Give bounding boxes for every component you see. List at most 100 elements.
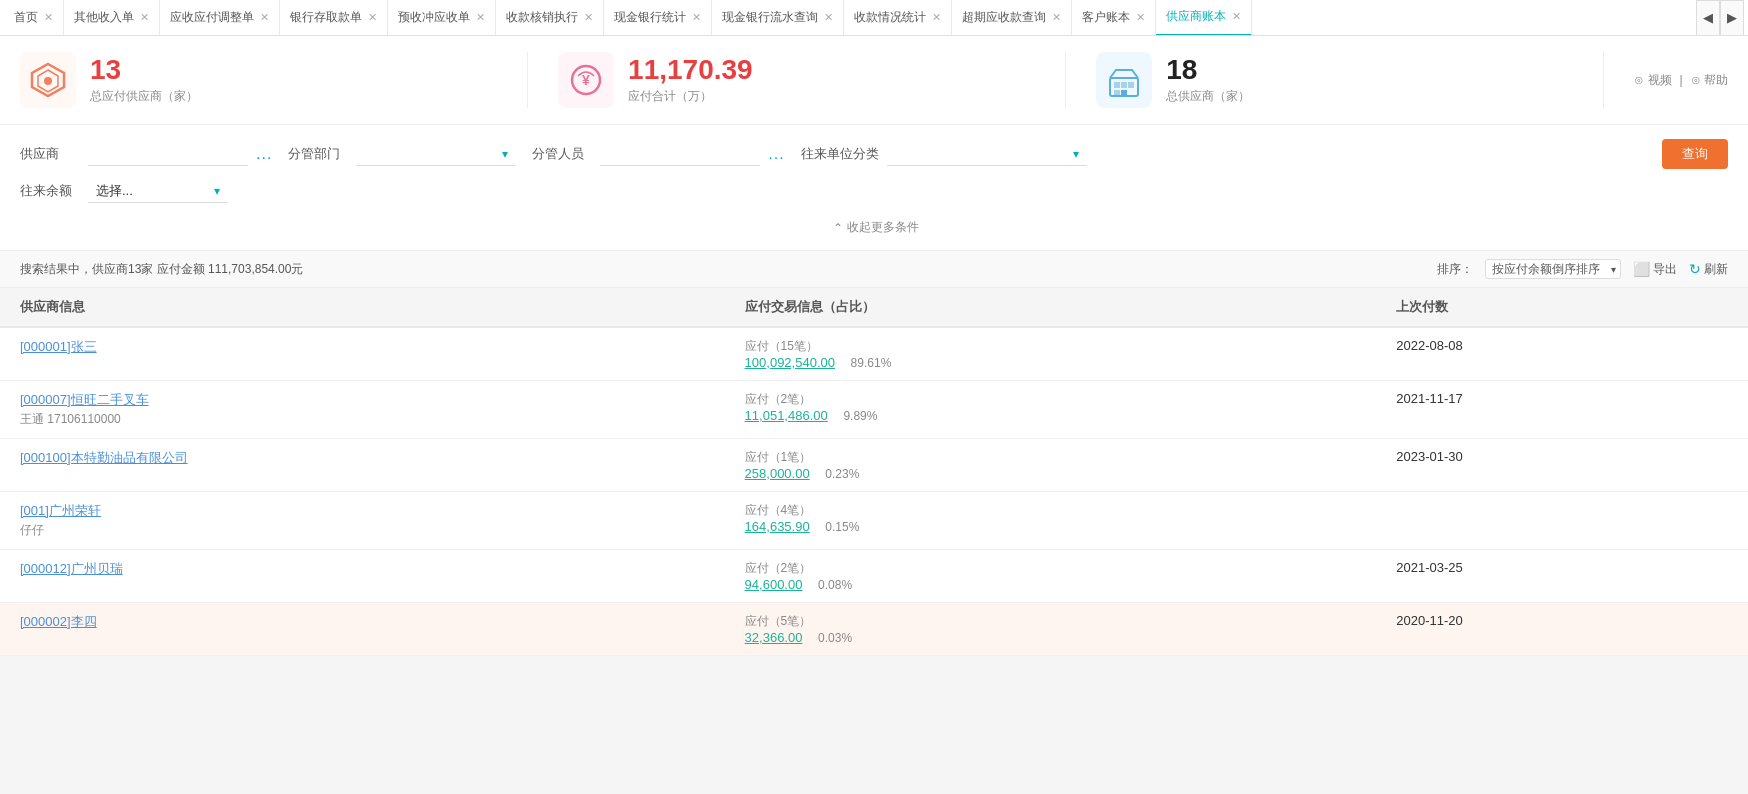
balance-select[interactable]: 选择... (88, 179, 228, 203)
collapse-more-btn[interactable]: ⌃ 收起更多条件 (20, 213, 1728, 242)
video-link[interactable]: ⊙ 视频 (1634, 72, 1671, 89)
tx-label: 应付（5笔） (745, 613, 1357, 630)
table-header-row: 供应商信息 应付交易信息（占比） 上次付数 (0, 288, 1748, 327)
tx-amount[interactable]: 11,051,486.00 (745, 408, 828, 423)
close-tab-ar-ap-adjust[interactable]: ✕ (260, 11, 269, 24)
sort-select-wrapper: 按应付余额倒序排序 (1485, 259, 1621, 279)
summary-bar: 13 总应付供应商（家） ¥ 11,170.39 应付合计（万） (0, 36, 1748, 125)
results-bar: 搜索结果中，供应商13家 应付金额 111,703,854.00元 排序： 按应… (0, 251, 1748, 288)
supplier-info-cell: [000007]恒旺二手叉车王通 17106110000 (0, 381, 725, 439)
person-label: 分管人员 (532, 145, 592, 163)
supplier-link[interactable]: [000012]广州贝瑞 (20, 561, 123, 576)
tx-amount[interactable]: 94,600.00 (745, 577, 803, 592)
help-circle-icon: ⊙ (1691, 73, 1701, 87)
video-circle-icon: ⊙ (1634, 73, 1644, 87)
summary-item-suppliers-payable: 13 总应付供应商（家） (20, 52, 528, 108)
help-link[interactable]: ⊙ 帮助 (1691, 72, 1728, 89)
balance-select-wrapper: 选择... (88, 179, 228, 203)
close-tab-prepay-ar[interactable]: ✕ (476, 11, 485, 24)
close-tab-cash-bank-stats[interactable]: ✕ (692, 11, 701, 24)
table-row: [000100]本特勤油品有限公司 应付（1笔） 258,000.00 0.23… (0, 439, 1748, 492)
payable-total-label: 应付合计（万） (628, 88, 753, 105)
summary-text-payable-total: 11,170.39 应付合计（万） (628, 55, 753, 105)
tx-amount-row: 94,600.00 0.08% (745, 577, 1357, 592)
tab-ar-ap-adjust[interactable]: 应收应付调整单 ✕ (160, 0, 280, 36)
supplier-table-container: 供应商信息 应付交易信息（占比） 上次付数 [000001]张三 应付（15笔）… (0, 288, 1748, 656)
supplier-dots-btn[interactable]: ... (256, 145, 272, 163)
supplier-input[interactable] (88, 142, 248, 166)
tab-other-income[interactable]: 其他收入单 ✕ (64, 0, 160, 36)
tab-receipt-stats[interactable]: 收款情况统计 ✕ (844, 0, 952, 36)
supplier-info-cell: [000012]广州贝瑞 (0, 550, 725, 603)
table-row: [000007]恒旺二手叉车王通 17106110000 应付（2笔） 11,0… (0, 381, 1748, 439)
close-tab-overdue-ar-query[interactable]: ✕ (1052, 11, 1061, 24)
supplier-info-cell: [000001]张三 (0, 327, 725, 381)
export-btn[interactable]: ⬜ 导出 (1633, 261, 1677, 278)
tx-pct: 89.61% (851, 356, 892, 370)
suppliers-payable-number: 13 (90, 55, 198, 86)
refresh-btn[interactable]: ↻ 刷新 (1689, 261, 1728, 278)
tx-amount[interactable]: 164,635.90 (745, 519, 810, 534)
tx-amount-row: 258,000.00 0.23% (745, 466, 1357, 481)
collapse-arrow-icon: ⌃ (833, 221, 843, 235)
svg-rect-11 (1128, 82, 1134, 88)
close-tab-supplier-ledger[interactable]: ✕ (1232, 10, 1241, 23)
col-header-last-payment: 上次付数 (1376, 288, 1748, 327)
supplier-link[interactable]: [001]广州荣轩 (20, 503, 101, 518)
nav-arrow-left[interactable]: ◀ (1696, 0, 1720, 36)
tab-supplier-ledger[interactable]: 供应商账本 ✕ (1156, 0, 1252, 36)
filter-person: 分管人员 ... (532, 142, 784, 166)
dept-select[interactable] (356, 142, 516, 166)
col-header-supplier: 供应商信息 (0, 288, 725, 327)
supplier-sub: 仔仔 (20, 522, 705, 539)
tx-amount[interactable]: 100,092,540.00 (745, 355, 835, 370)
search-button[interactable]: 查询 (1662, 139, 1728, 169)
tx-amount[interactable]: 258,000.00 (745, 466, 810, 481)
tab-prepay-ar[interactable]: 预收冲应收单 ✕ (388, 0, 496, 36)
tx-amount[interactable]: 32,366.00 (745, 630, 803, 645)
tx-info-cell: 应付（2笔） 11,051,486.00 9.89% (725, 381, 1377, 439)
balance-label: 往来余额 (20, 182, 80, 200)
person-dots-btn[interactable]: ... (768, 145, 784, 163)
supplier-link[interactable]: [000100]本特勤油品有限公司 (20, 450, 188, 465)
category-select[interactable] (887, 142, 1087, 166)
close-tab-receipt-stats[interactable]: ✕ (932, 11, 941, 24)
nav-arrow-right[interactable]: ▶ (1720, 0, 1744, 36)
close-tab-cash-flow-query[interactable]: ✕ (824, 11, 833, 24)
close-tab-payment-verify[interactable]: ✕ (584, 11, 593, 24)
last-payment-cell: 2023-01-30 (1376, 439, 1748, 492)
tab-cash-flow-query[interactable]: 现金银行流水查询 ✕ (712, 0, 844, 36)
tab-cash-bank-stats[interactable]: 现金银行统计 ✕ (604, 0, 712, 36)
tab-bank-deposit[interactable]: 银行存取款单 ✕ (280, 0, 388, 36)
dept-label: 分管部门 (288, 145, 348, 163)
nav-arrows: ◀ ▶ (1696, 0, 1744, 36)
tx-amount-row: 32,366.00 0.03% (745, 630, 1357, 645)
tx-info-cell: 应付（4笔） 164,635.90 0.15% (725, 492, 1377, 550)
close-tab-bank-deposit[interactable]: ✕ (368, 11, 377, 24)
total-suppliers-icon (1096, 52, 1152, 108)
person-input[interactable] (600, 142, 760, 166)
sort-select[interactable]: 按应付余额倒序排序 (1485, 259, 1621, 279)
supplier-link[interactable]: [000002]李四 (20, 614, 97, 629)
tab-payment-verify[interactable]: 收款核销执行 ✕ (496, 0, 604, 36)
tx-info-cell: 应付（15笔） 100,092,540.00 89.61% (725, 327, 1377, 381)
summary-text-total-suppliers: 18 总供应商（家） (1166, 55, 1250, 105)
close-tab-customer-ledger[interactable]: ✕ (1136, 11, 1145, 24)
summary-text-suppliers-payable: 13 总应付供应商（家） (90, 55, 198, 105)
close-tab-home[interactable]: ✕ (44, 11, 53, 24)
tab-home[interactable]: 首页 ✕ (4, 0, 64, 36)
tx-pct: 0.23% (825, 467, 859, 481)
svg-rect-10 (1121, 82, 1127, 88)
svg-rect-12 (1114, 90, 1120, 96)
tx-label: 应付（2笔） (745, 560, 1357, 577)
tab-customer-ledger[interactable]: 客户账本 ✕ (1072, 0, 1156, 36)
tx-label: 应付（15笔） (745, 338, 1357, 355)
table-row: [000012]广州贝瑞 应付（2笔） 94,600.00 0.08% 2021… (0, 550, 1748, 603)
supplier-info-cell: [001]广州荣轩仔仔 (0, 492, 725, 550)
supplier-link[interactable]: [000007]恒旺二手叉车 (20, 392, 149, 407)
close-tab-other-income[interactable]: ✕ (140, 11, 149, 24)
supplier-link[interactable]: [000001]张三 (20, 339, 97, 354)
total-suppliers-label: 总供应商（家） (1166, 88, 1250, 105)
tab-overdue-ar-query[interactable]: 超期应收款查询 ✕ (952, 0, 1072, 36)
svg-rect-14 (1121, 90, 1127, 96)
